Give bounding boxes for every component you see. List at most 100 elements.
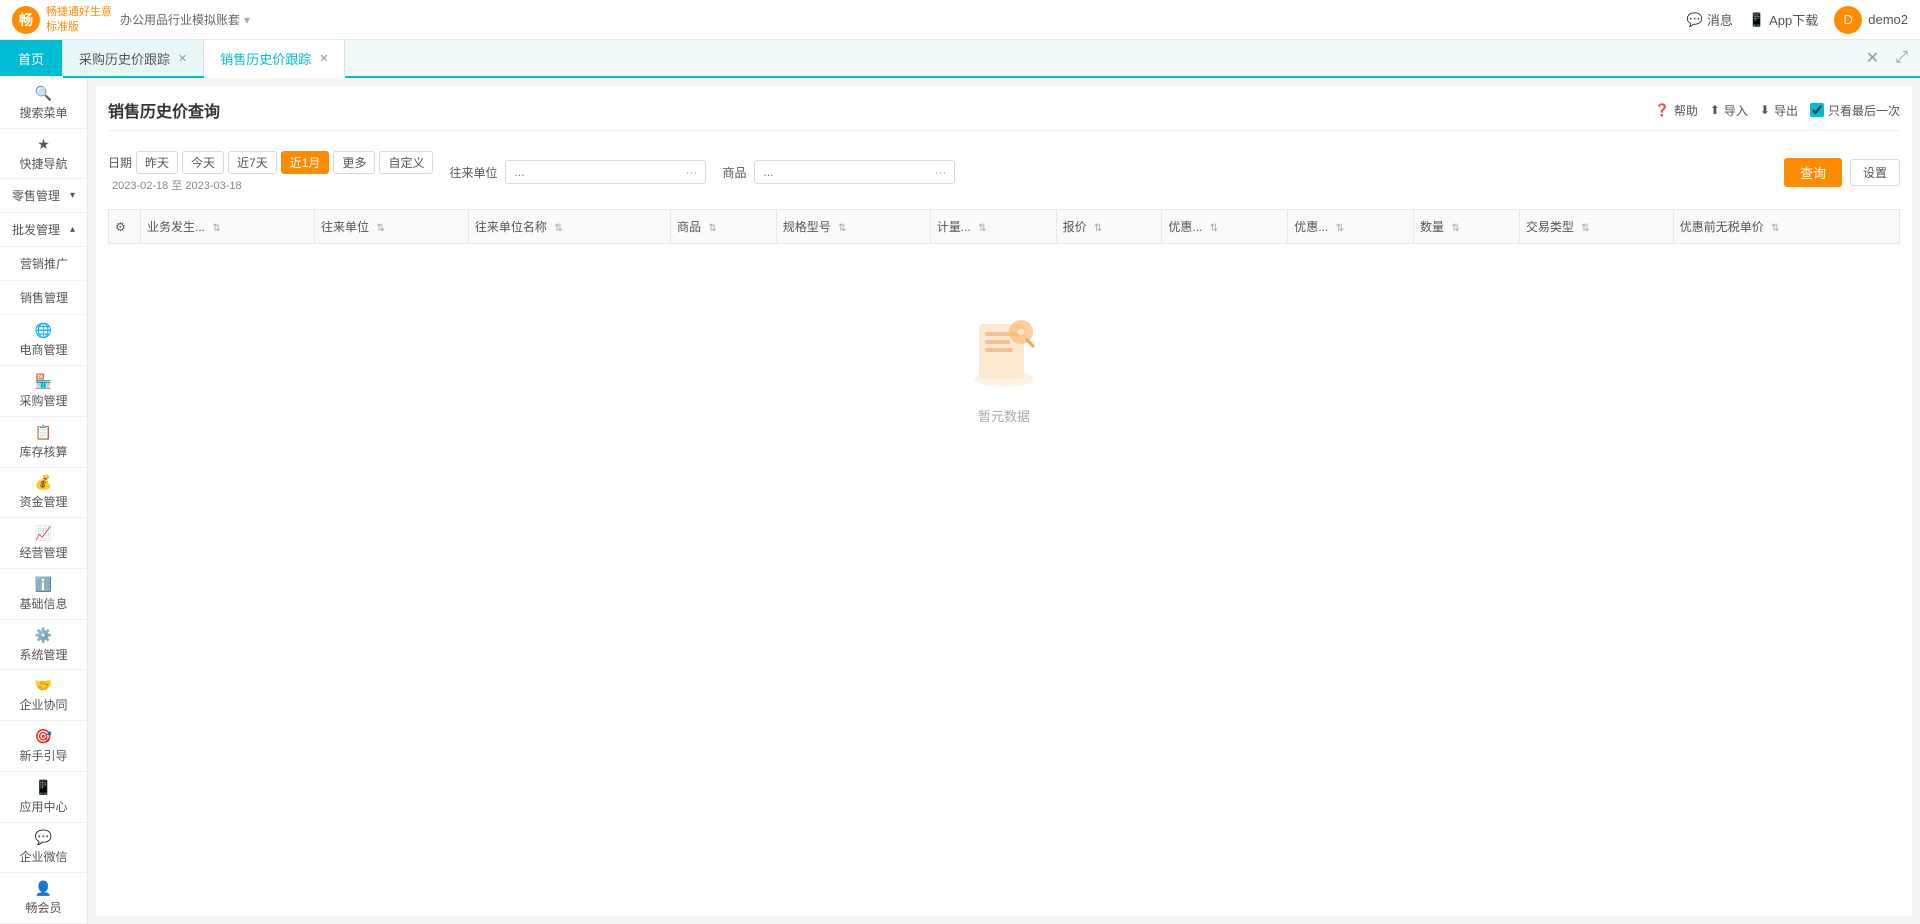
page-content: 销售历史价查询 ❓ 帮助 ⬆ 导入 ⬇ 导出 <box>96 86 1912 916</box>
sidebar-item-new-guide[interactable]: 🎯 新手引导 <box>0 721 87 772</box>
sidebar-item-finance[interactable]: 💰 资金管理 <box>0 468 87 519</box>
page-title-bar: 销售历史价查询 ❓ 帮助 ⬆ 导入 ⬇ 导出 <box>108 98 1900 131</box>
sidebar-item-marketing[interactable]: 营销推广 <box>0 247 87 281</box>
close-purchase-tab-icon[interactable]: ✕ <box>178 52 187 65</box>
close-tab-icon[interactable]: ✕ <box>1862 44 1883 72</box>
tab-sales-track[interactable]: 销售历史价跟踪 ✕ <box>204 40 345 78</box>
export-label: 导出 <box>1774 102 1798 119</box>
sales-mgmt-label: 销售管理 <box>20 291 68 305</box>
home-tab-label: 首页 <box>18 49 44 68</box>
date-btn-custom[interactable]: 自定义 <box>379 151 433 174</box>
tab-home[interactable]: 首页 <box>0 40 63 78</box>
sidebar-item-system[interactable]: ⚙️ 系统管理 <box>0 620 87 671</box>
product-input-icon: ··· <box>926 161 954 183</box>
filter-bar: 日期 昨天 今天 近7天 近1月 更多 自定义 2023-02-18 至 202… <box>108 143 1900 201</box>
col-partner-name[interactable]: 往来单位名称 ⇅ <box>468 210 670 244</box>
app-center-icon: 📱 <box>35 779 52 796</box>
finance-icon: 💰 <box>35 474 52 491</box>
sidebar-item-operations[interactable]: 📈 经营管理 <box>0 518 87 569</box>
message-label: 消息 <box>1707 10 1733 29</box>
collab-icon: 🤝 <box>35 677 52 694</box>
sidebar-item-enterprise-wechat[interactable]: 💬 企业微信 <box>0 823 87 874</box>
date-range-display: 2023-02-18 至 2023-03-18 <box>112 177 433 193</box>
header-right: 💬 消息 📱 App下载 D demo2 <box>1687 6 1908 34</box>
wholesale-mgmt-label: 批发管理 <box>12 221 60 238</box>
inventory-icon: 📋 <box>35 424 52 441</box>
settings-button[interactable]: 设置 <box>1850 159 1900 186</box>
date-btn-more[interactable]: 更多 <box>333 151 375 174</box>
sort-icon-partner-code: ⇅ <box>376 223 384 234</box>
breadcrumb: 办公用品行业模拟账套 ▾ <box>120 11 250 28</box>
col-discount2[interactable]: 优惠... ⇅ <box>1288 210 1414 244</box>
user-avatar-area[interactable]: D demo2 <box>1834 6 1908 34</box>
date-btn-today[interactable]: 今天 <box>182 151 224 174</box>
query-button[interactable]: 查询 <box>1784 158 1842 187</box>
tab-purchase-track[interactable]: 采购历史价跟踪 ✕ <box>63 40 204 76</box>
sidebar-item-ecommerce[interactable]: 🌐 电商管理 <box>0 315 87 366</box>
message-btn[interactable]: 💬 消息 <box>1687 10 1733 29</box>
close-sales-tab-icon[interactable]: ✕ <box>319 52 328 65</box>
sidebar-item-enterprise-collab[interactable]: 🤝 企业协同 <box>0 670 87 721</box>
sidebar-item-app-center[interactable]: 📱 应用中心 <box>0 772 87 823</box>
col-qty[interactable]: 数量 ⇅ <box>1414 210 1520 244</box>
import-btn[interactable]: ⬆ 导入 <box>1710 102 1748 119</box>
date-btn-yesterday[interactable]: 昨天 <box>136 151 178 174</box>
header-left: 畅 畅捷通好生意 标准版 办公用品行业模拟账套 ▾ <box>12 5 250 34</box>
sidebar-item-inventory[interactable]: 📋 库存核算 <box>0 417 87 468</box>
import-icon: ⬆ <box>1710 103 1720 117</box>
tab-bar: 首页 采购历史价跟踪 ✕ 销售历史价跟踪 ✕ ✕ ⤢ <box>0 40 1920 78</box>
purchase-track-label: 采购历史价跟踪 <box>79 49 170 68</box>
col-quote[interactable]: 报价 ⇅ <box>1056 210 1162 244</box>
sort-icon-quote: ⇅ <box>1094 223 1102 234</box>
chevron-right-icon: ▾ <box>70 190 75 201</box>
sidebar-item-member[interactable]: 👤 畅会员 <box>0 873 87 924</box>
help-btn[interactable]: ❓ 帮助 <box>1655 102 1698 119</box>
table-header-row: ⚙ 业务发生... ⇅ 往来单位 ⇅ 往来单位名称 ⇅ <box>109 210 1900 244</box>
export-icon: ⬇ <box>1760 103 1770 117</box>
sidebar-item-wholesale-mgmt[interactable]: 批发管理 ▴ <box>0 213 87 247</box>
last-only-label: 只看最后一次 <box>1828 102 1900 119</box>
col-unit[interactable]: 计量... ⇅ <box>930 210 1056 244</box>
import-label: 导入 <box>1724 102 1748 119</box>
last-only-checkbox[interactable] <box>1810 103 1824 117</box>
sidebar-item-search-menu[interactable]: 🔍 搜索菜单 <box>0 78 87 129</box>
sidebar: 🔍 搜索菜单 ★ 快捷导航 零售管理 ▾ 批发管理 ▴ 营销推广 销售管理 🌐 … <box>0 78 88 924</box>
col-product[interactable]: 商品 ⇅ <box>670 210 776 244</box>
empty-state: 暂元数据 <box>108 244 1900 485</box>
col-trade-type[interactable]: 交易类型 ⇅ <box>1519 210 1673 244</box>
col-biz-date[interactable]: 业务发生... ⇅ <box>141 210 315 244</box>
logo-icon: 畅 <box>12 6 40 34</box>
last-only-checkbox-wrap[interactable]: 只看最后一次 <box>1810 102 1900 119</box>
product-filter-group: 商品 ··· <box>722 160 955 184</box>
app-download-btn[interactable]: 📱 App下载 <box>1749 10 1818 29</box>
avatar: D <box>1834 6 1862 34</box>
sidebar-item-retail-mgmt[interactable]: 零售管理 ▾ <box>0 179 87 213</box>
col-partner-code[interactable]: 往来单位 ⇅ <box>314 210 468 244</box>
date-btn-1month[interactable]: 近1月 <box>281 151 330 174</box>
col-settings[interactable]: ⚙ <box>109 210 141 244</box>
product-input[interactable] <box>755 161 926 183</box>
maximize-icon[interactable]: ⤢ <box>1891 45 1912 71</box>
table-settings-icon[interactable]: ⚙ <box>115 220 126 234</box>
chevron-down-icon[interactable]: ▾ <box>244 13 250 27</box>
col-pre-tax-price[interactable]: 优惠前无税单价 ⇅ <box>1673 210 1899 244</box>
sidebar-item-purchase-mgmt[interactable]: 🏪 采购管理 <box>0 366 87 417</box>
export-btn[interactable]: ⬇ 导出 <box>1760 102 1798 119</box>
date-filter-section: 日期 昨天 今天 近7天 近1月 更多 自定义 2023-02-18 至 202… <box>108 151 433 193</box>
partner-input[interactable] <box>506 161 677 183</box>
retail-mgmt-label: 零售管理 <box>12 187 60 204</box>
main-layout: 🔍 搜索菜单 ★ 快捷导航 零售管理 ▾ 批发管理 ▴ 营销推广 销售管理 🌐 … <box>0 78 1920 924</box>
username-label: demo2 <box>1868 12 1908 27</box>
content-area: 销售历史价查询 ❓ 帮助 ⬆ 导入 ⬇ 导出 <box>88 78 1920 924</box>
sidebar-item-quick-nav[interactable]: ★ 快捷导航 <box>0 129 87 180</box>
sidebar-item-sales-mgmt[interactable]: 销售管理 <box>0 281 87 315</box>
sidebar-item-basic-info[interactable]: ℹ️ 基础信息 <box>0 569 87 620</box>
empty-icon <box>959 304 1049 394</box>
chevron-up-icon: ▴ <box>70 224 75 235</box>
col-spec[interactable]: 规格型号 ⇅ <box>776 210 930 244</box>
top-header: 畅 畅捷通好生意 标准版 办公用品行业模拟账套 ▾ 💬 消息 📱 App下载 D… <box>0 0 1920 40</box>
date-btn-7days[interactable]: 近7天 <box>228 151 277 174</box>
page-title-right: ❓ 帮助 ⬆ 导入 ⬇ 导出 只看最后一次 <box>1655 102 1900 119</box>
sort-icon-qty: ⇅ <box>1451 223 1459 234</box>
col-discount1[interactable]: 优惠... ⇅ <box>1162 210 1288 244</box>
